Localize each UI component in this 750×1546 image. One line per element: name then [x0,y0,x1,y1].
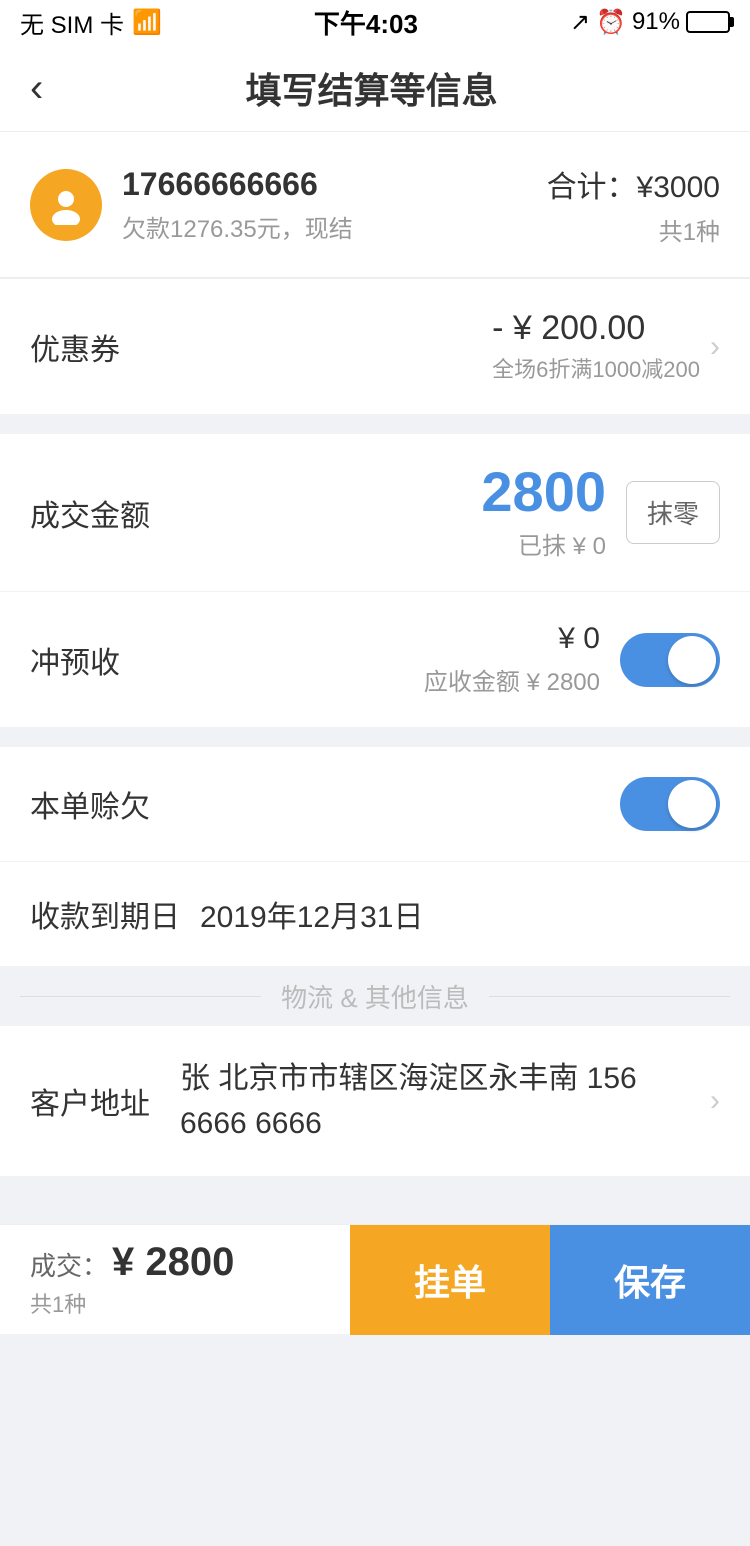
advance-receivable: 应收金额 ¥ 2800 [424,662,600,697]
customer-debt: 欠款1276.35元，现结 [122,209,353,244]
debt-row: 本单赊欠 [0,747,750,861]
deal-amount-row: 成交金额 2800 已抹 ¥ 0 抹零 [0,434,750,592]
save-button[interactable]: 保存 [550,1225,750,1335]
bottom-info: 成交： ¥ 2800 共1种 [0,1240,350,1319]
deal-amount-value: 2800 [481,464,606,520]
total-count: 共1种 [547,212,720,247]
deal-amount-wrap: 2800 已抹 ¥ 0 [481,464,606,561]
debt-label: 本单赊欠 [30,782,150,826]
due-date-value: 2019年12月31日 [200,892,423,936]
carrier-text: 无 SIM 卡 [20,5,124,40]
hang-button[interactable]: 挂单 [350,1225,550,1335]
customer-card: 17666666666 欠款1276.35元，现结 合计：¥3000 共1种 [0,132,750,278]
coupon-label: 优惠券 [30,325,120,369]
address-content: 张 北京市市辖区海淀区永丰南 156 6666 6666 [180,1056,710,1146]
logistics-line-left [20,996,261,997]
location-icon: ↗ [570,8,590,37]
nav-bar: ‹ 填写结算等信息 [0,44,750,132]
debt-toggle-knob [668,780,716,828]
due-date-row: 收款到期日 2019年12月31日 [0,861,750,966]
debt-section: 本单赊欠 收款到期日 2019年12月31日 [0,747,750,966]
status-right: ↗ ⏰ 91% [570,8,730,37]
avatar [30,169,102,241]
battery-percent: 91% [632,8,680,36]
address-label: 客户地址 [30,1079,150,1123]
section-divider-2 [0,727,750,747]
logistics-label: 物流 & 其他信息 [281,978,469,1015]
battery-icon [686,11,730,33]
address-row[interactable]: 客户地址 张 北京市市辖区海淀区永丰南 156 6666 6666 › [0,1026,750,1176]
coupon-row[interactable]: 优惠券 - ¥ 200.00 全场6折满1000减200 › [0,279,750,414]
customer-info: 17666666666 欠款1276.35元，现结 [122,166,353,244]
coupon-right: - ¥ 200.00 全场6折满1000减200 › [492,309,720,384]
address-chevron-icon: › [710,1084,720,1118]
coupon-desc: 全场6折满1000减200 [492,352,700,384]
section-divider-1 [0,414,750,434]
status-left: 无 SIM 卡 📶 [20,5,162,40]
time-display: 下午4:03 [314,4,418,41]
debt-toggle[interactable] [620,777,720,831]
form-section: 成交金额 2800 已抹 ¥ 0 抹零 冲预收 ¥ 0 应收金额 ¥ 2800 [0,434,750,727]
customer-left: 17666666666 欠款1276.35元，现结 [30,166,353,244]
logistics-line-right [489,996,730,997]
advance-toggle[interactable] [620,633,720,687]
customer-right: 合计：¥3000 共1种 [547,162,720,247]
alarm-icon: ⏰ [596,8,626,37]
chevron-right-icon: › [710,330,720,364]
wifi-icon: 📶 [132,8,162,37]
wipe-zero-button[interactable]: 抹零 [626,481,720,544]
advance-row: 冲预收 ¥ 0 应收金额 ¥ 2800 [0,592,750,727]
coupon-info: - ¥ 200.00 全场6折满1000减200 [492,309,700,384]
bottom-deal-label: 成交： [30,1246,108,1283]
total-amount: 合计：¥3000 [547,162,720,206]
customer-phone: 17666666666 [122,166,353,203]
bottom-deal-line: 成交： ¥ 2800 [30,1240,320,1285]
deal-right: 2800 已抹 ¥ 0 抹零 [481,464,720,561]
deal-amount-label: 成交金额 [30,491,150,535]
advance-label: 冲预收 [30,638,120,682]
advance-right: ¥ 0 应收金额 ¥ 2800 [424,622,720,697]
back-button[interactable]: ‹ [30,68,43,108]
toggle-knob [668,636,716,684]
bottom-amount: ¥ 2800 [112,1240,234,1285]
due-date-label: 收款到期日 [30,892,180,936]
bottom-bar: 成交： ¥ 2800 共1种 挂单 保存 [0,1224,750,1334]
page-title: 填写结算等信息 [63,62,680,114]
coupon-amount: - ¥ 200.00 [492,309,700,348]
status-bar: 无 SIM 卡 📶 下午4:03 ↗ ⏰ 91% [0,0,750,44]
advance-amount-wrap: ¥ 0 应收金额 ¥ 2800 [424,622,600,697]
deal-wiped: 已抹 ¥ 0 [481,526,606,561]
advance-amount: ¥ 0 [424,622,600,656]
logistics-divider: 物流 & 其他信息 [0,966,750,1026]
bottom-count: 共1种 [30,1287,320,1319]
